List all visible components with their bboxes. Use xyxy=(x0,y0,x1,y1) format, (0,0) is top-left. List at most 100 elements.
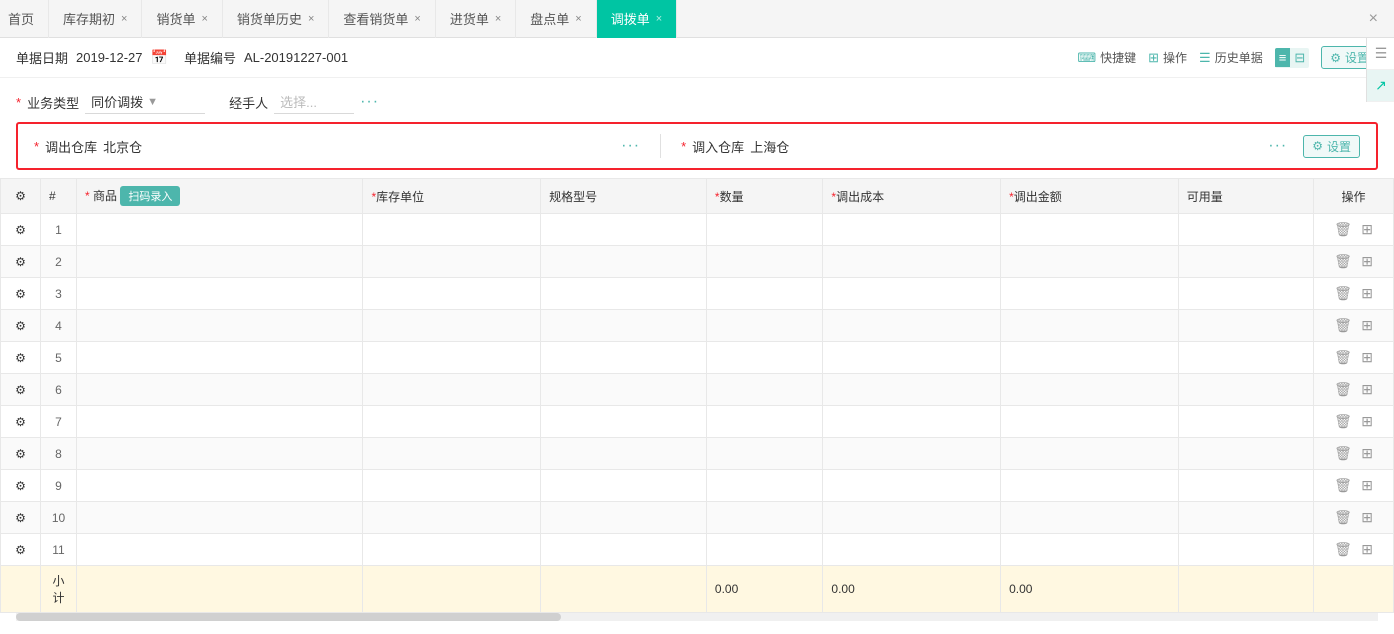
row-available[interactable] xyxy=(1178,534,1313,566)
row-spec[interactable] xyxy=(541,310,707,342)
row-spec[interactable] xyxy=(541,214,707,246)
close-tab-purchase-order[interactable]: × xyxy=(495,13,501,25)
row-product[interactable] xyxy=(77,342,363,374)
row-unit[interactable] xyxy=(363,438,541,470)
copy-icon[interactable]: ⊞ xyxy=(1361,349,1373,365)
row-cost[interactable] xyxy=(823,438,1001,470)
row-cost[interactable] xyxy=(823,310,1001,342)
row-amount[interactable] xyxy=(1001,278,1179,310)
row-product[interactable] xyxy=(77,438,363,470)
row-available[interactable] xyxy=(1178,310,1313,342)
row-qty[interactable] xyxy=(706,342,822,374)
row-cost[interactable] xyxy=(823,278,1001,310)
close-tab-view-sales[interactable]: × xyxy=(414,13,420,25)
delete-icon[interactable]: 🗑 xyxy=(1334,253,1352,269)
row-product[interactable] xyxy=(77,406,363,438)
copy-icon[interactable]: ⊞ xyxy=(1361,541,1373,557)
row-amount[interactable] xyxy=(1001,406,1179,438)
row-amount[interactable] xyxy=(1001,310,1179,342)
row-unit[interactable] xyxy=(363,534,541,566)
tab-inventory-init[interactable]: 库存期初 × xyxy=(49,0,142,38)
copy-icon[interactable]: ⊞ xyxy=(1361,285,1373,301)
row-unit[interactable] xyxy=(363,246,541,278)
tab-view-sales[interactable]: 查看销货单 × xyxy=(329,0,435,38)
history-btn[interactable]: ☰ 历史单据 xyxy=(1199,49,1263,66)
row-amount[interactable] xyxy=(1001,502,1179,534)
row-amount[interactable] xyxy=(1001,534,1179,566)
row-spec[interactable] xyxy=(541,438,707,470)
bottom-scrollbar[interactable] xyxy=(16,613,1378,621)
row-unit[interactable] xyxy=(363,342,541,374)
row-cost[interactable] xyxy=(823,374,1001,406)
tab-transfer[interactable]: 调拨单 × xyxy=(597,0,677,38)
tab-sales-history[interactable]: 销货单历史 × xyxy=(223,0,329,38)
delete-icon[interactable]: 🗑 xyxy=(1334,285,1352,301)
warehouse-settings-button[interactable]: ⚙ 设置 xyxy=(1303,135,1360,158)
row-available[interactable] xyxy=(1178,470,1313,502)
row-unit[interactable] xyxy=(363,310,541,342)
row-qty[interactable] xyxy=(706,214,822,246)
row-cost[interactable] xyxy=(823,246,1001,278)
row-qty[interactable] xyxy=(706,502,822,534)
row-amount[interactable] xyxy=(1001,438,1179,470)
row-available[interactable] xyxy=(1178,374,1313,406)
row-cost[interactable] xyxy=(823,534,1001,566)
close-tab-sales-history[interactable]: × xyxy=(308,13,314,25)
sidebar-list-icon[interactable]: ☰ xyxy=(1367,38,1394,70)
row-product[interactable] xyxy=(77,374,363,406)
person-more-icon[interactable]: ··· xyxy=(360,93,379,111)
row-unit[interactable] xyxy=(363,502,541,534)
tab-sales-order[interactable]: 销货单 × xyxy=(142,0,222,38)
row-qty[interactable] xyxy=(706,246,822,278)
row-amount[interactable] xyxy=(1001,342,1179,374)
row-unit[interactable] xyxy=(363,278,541,310)
row-product[interactable] xyxy=(77,310,363,342)
tab-stocktake[interactable]: 盘点单 × xyxy=(516,0,596,38)
delete-icon[interactable]: 🗑 xyxy=(1334,541,1352,557)
tab-home[interactable]: 首页 xyxy=(8,0,49,38)
row-available[interactable] xyxy=(1178,502,1313,534)
row-spec[interactable] xyxy=(541,502,707,534)
row-qty[interactable] xyxy=(706,310,822,342)
row-spec[interactable] xyxy=(541,278,707,310)
row-cost[interactable] xyxy=(823,342,1001,374)
row-unit[interactable] xyxy=(363,374,541,406)
tab-purchase-order[interactable]: 进货单 × xyxy=(436,0,516,38)
ops-btn[interactable]: ⊞ 操作 xyxy=(1148,49,1187,66)
delete-icon[interactable]: 🗑 xyxy=(1334,221,1352,237)
row-product[interactable] xyxy=(77,214,363,246)
row-unit[interactable] xyxy=(363,470,541,502)
row-product[interactable] xyxy=(77,246,363,278)
delete-icon[interactable]: 🗑 xyxy=(1334,349,1352,365)
row-amount[interactable] xyxy=(1001,214,1179,246)
row-product[interactable] xyxy=(77,502,363,534)
row-available[interactable] xyxy=(1178,214,1313,246)
delete-icon[interactable]: 🗑 xyxy=(1334,381,1352,397)
copy-icon[interactable]: ⊞ xyxy=(1361,477,1373,493)
close-tab-inventory-init[interactable]: × xyxy=(121,13,127,25)
close-tab-sales-order[interactable]: × xyxy=(201,13,207,25)
row-qty[interactable] xyxy=(706,278,822,310)
copy-icon[interactable]: ⊞ xyxy=(1361,381,1373,397)
delete-icon[interactable]: 🗑 xyxy=(1334,413,1352,429)
close-tab-stocktake[interactable]: × xyxy=(575,13,581,25)
col-gear[interactable]: ⚙ xyxy=(1,179,41,214)
row-spec[interactable] xyxy=(541,374,707,406)
row-qty[interactable] xyxy=(706,438,822,470)
row-qty[interactable] xyxy=(706,374,822,406)
row-product[interactable] xyxy=(77,470,363,502)
row-amount[interactable] xyxy=(1001,374,1179,406)
row-qty[interactable] xyxy=(706,470,822,502)
scan-entry-button[interactable]: 扫码录入 xyxy=(120,186,180,206)
row-cost[interactable] xyxy=(823,406,1001,438)
row-spec[interactable] xyxy=(541,534,707,566)
row-cost[interactable] xyxy=(823,502,1001,534)
row-cost[interactable] xyxy=(823,214,1001,246)
view-list-btn[interactable]: ≡ xyxy=(1275,48,1291,67)
row-amount[interactable] xyxy=(1001,470,1179,502)
row-spec[interactable] xyxy=(541,406,707,438)
warehouse-in-more-icon[interactable]: ··· xyxy=(1268,137,1287,155)
row-available[interactable] xyxy=(1178,342,1313,374)
copy-icon[interactable]: ⊞ xyxy=(1361,445,1373,461)
warehouse-out-more-icon[interactable]: ··· xyxy=(621,137,640,155)
